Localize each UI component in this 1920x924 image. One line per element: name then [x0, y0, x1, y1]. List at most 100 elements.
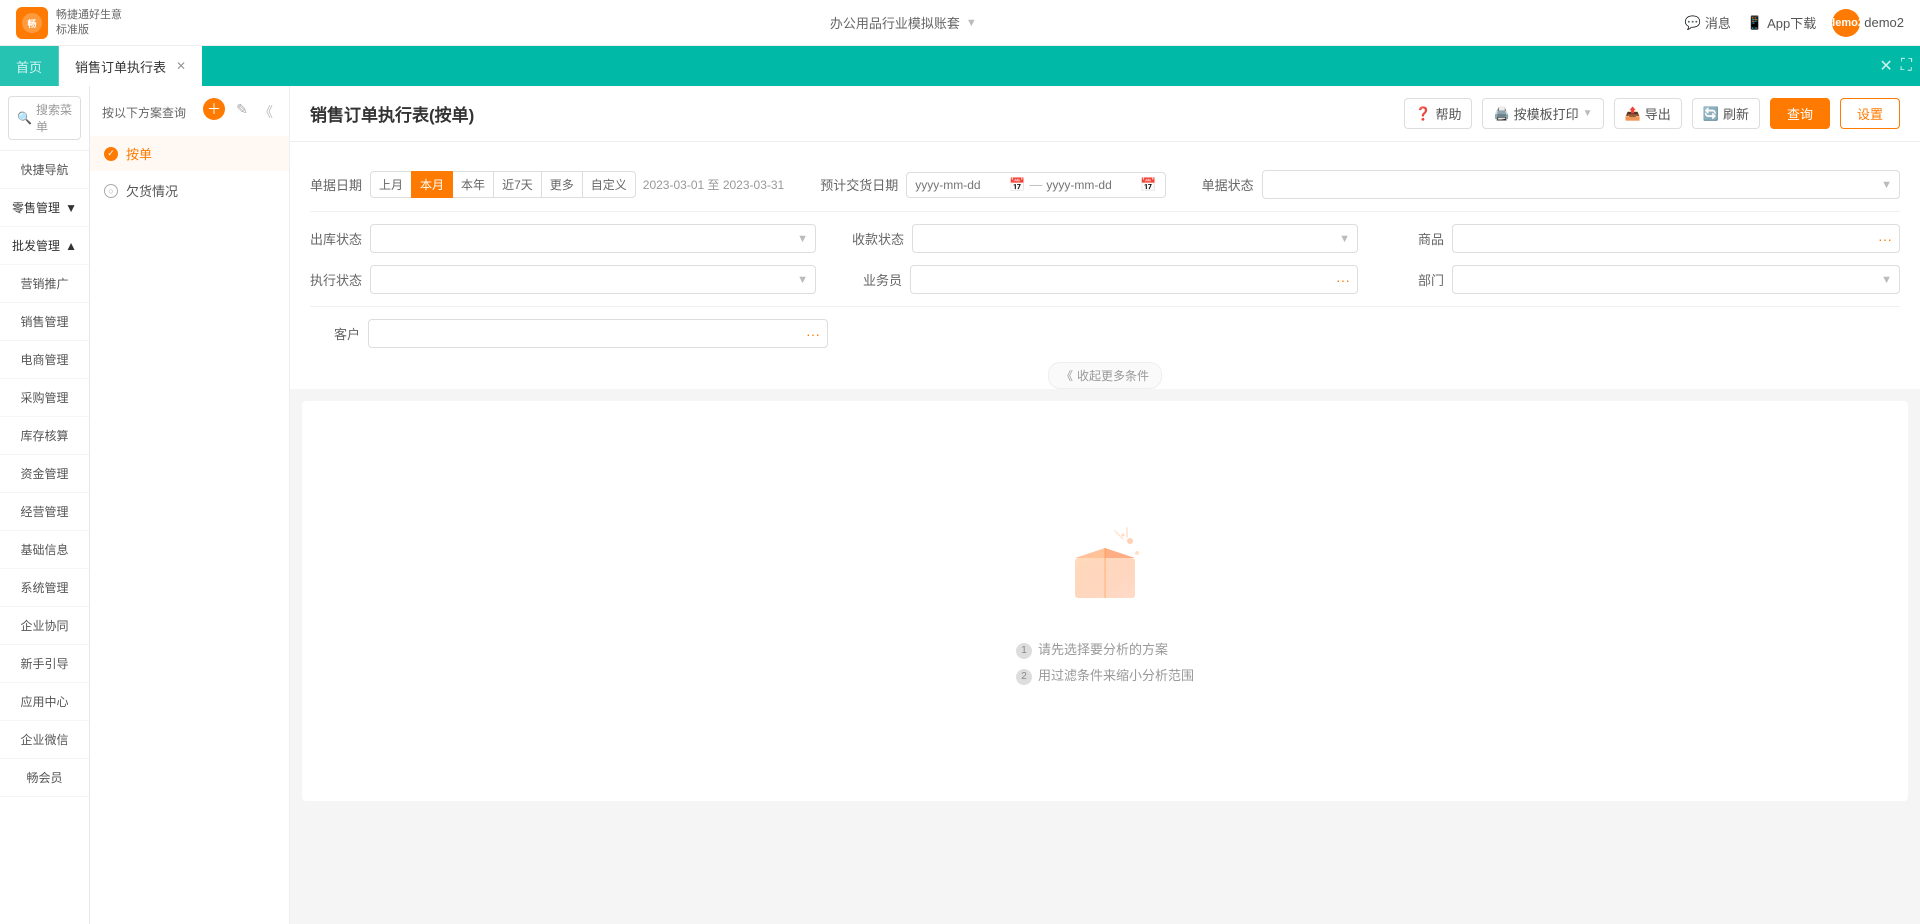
refresh-btn[interactable]: 🔄 刷新: [1692, 98, 1760, 129]
help-btn[interactable]: ❓ 帮助: [1404, 98, 1472, 129]
expand-icon: ▲: [65, 239, 77, 253]
filter-row-2: 出库状态 ▼ 收款状态: [310, 212, 1900, 265]
sidebar-item-marketing[interactable]: 营销推广: [0, 265, 89, 303]
date-tab-last7[interactable]: 近7天: [493, 171, 542, 198]
doc-status-group: 单据状态 ▼: [1202, 170, 1900, 199]
print-icon: 🖨️: [1493, 106, 1509, 122]
doc-status-label: 单据状态: [1202, 175, 1254, 194]
sub-sidebar-actions: ＋ ✎ 《: [203, 98, 277, 126]
tab-close-icon[interactable]: ✕: [176, 59, 186, 73]
payment-status-filter: 收款状态 ▼: [852, 224, 1358, 253]
collapse-sidebar-btn[interactable]: 《: [255, 98, 277, 126]
tab-expand-btn[interactable]: ⛶: [1901, 57, 1912, 75]
customer-filter: 客户 ···: [310, 319, 828, 348]
doc-status-select[interactable]: [1262, 170, 1900, 199]
sidebar-item-sales[interactable]: 销售管理: [0, 303, 89, 341]
nav-center-label: 办公用品行业模拟账套: [830, 13, 960, 32]
top-header: 畅 畅捷通好生意 标准版 办公用品行业模拟账套 ▼ 💬 消息 📱 App下载 d…: [0, 0, 1920, 46]
tab-home-label: 首页: [16, 57, 42, 76]
goods-more-icon[interactable]: ···: [1878, 231, 1892, 247]
payment-status-label: 收款状态: [852, 229, 904, 248]
sidebar-item-purchase[interactable]: 采购管理: [0, 379, 89, 417]
sidebar-item-apps[interactable]: 应用中心: [0, 683, 89, 721]
sidebar-item-member[interactable]: 畅会员: [0, 759, 89, 797]
sidebar-item-wholesale[interactable]: 批发管理 ▲: [0, 227, 89, 265]
salesperson-filter: 业务员 ···: [852, 265, 1358, 294]
sidebar-item-cooperation[interactable]: 企业协同: [0, 607, 89, 645]
sidebar-item-shortcut[interactable]: 快捷导航: [0, 151, 89, 189]
sidebar-item-wechat[interactable]: 企业微信: [0, 721, 89, 759]
expected-date-start[interactable]: [915, 178, 1005, 192]
tab-bar-right: ✕ ⛶: [1879, 46, 1920, 86]
main-layout: 🔍 搜索菜单 快捷导航 零售管理 ▼ 批发管理 ▲ 营销推广 销售管理 电商管理…: [0, 86, 1920, 924]
empty-tip-1: 请先选择要分析的方案: [1016, 637, 1194, 663]
dept-select[interactable]: [1452, 265, 1900, 294]
date-tab-thisyear[interactable]: 本年: [452, 171, 494, 198]
export-btn[interactable]: 📤 导出: [1614, 98, 1682, 129]
message-btn[interactable]: 💬 消息: [1685, 13, 1731, 32]
print-btn[interactable]: 🖨️ 按模板打印 ▼: [1482, 98, 1603, 129]
date-range-hint: 2023-03-01 至 2023-03-31: [643, 176, 784, 193]
sidebar-item-business[interactable]: 经营管理: [0, 493, 89, 531]
edit-scheme-btn[interactable]: ✎: [231, 98, 253, 120]
tab-close-window-btn[interactable]: ✕: [1879, 56, 1892, 76]
sidebar-item-retail[interactable]: 零售管理 ▼: [0, 189, 89, 227]
sidebar-item-system[interactable]: 系统管理: [0, 569, 89, 607]
salesperson-input[interactable]: [910, 265, 1358, 294]
search-icon: 🔍: [17, 111, 32, 125]
collapse-icon: 《: [1061, 367, 1073, 384]
user-profile-btn[interactable]: demo2 demo2: [1832, 9, 1904, 37]
tab-sales-order-label: 销售订单执行表: [75, 57, 166, 76]
exec-status-select[interactable]: [370, 265, 816, 294]
tab-bar: 首页 销售订单执行表 ✕ ✕ ⛶: [0, 46, 1920, 86]
query-btn[interactable]: 查询: [1770, 98, 1830, 129]
out-status-select[interactable]: [370, 224, 816, 253]
refresh-icon: 🔄: [1703, 106, 1719, 122]
date-tab-thismonth[interactable]: 本月: [411, 171, 453, 198]
filter-row-4: 客户 ···: [310, 307, 1900, 356]
sidebar-item-finance[interactable]: 资金管理: [0, 455, 89, 493]
download-icon: 📱: [1747, 15, 1763, 31]
customer-label: 客户: [310, 324, 360, 343]
app-logo-icon: 畅: [16, 7, 48, 39]
exec-status-filter: 执行状态 ▼: [310, 265, 816, 294]
payment-status-select[interactable]: [912, 224, 1358, 253]
collapse-row: 《 收起更多条件: [310, 356, 1900, 389]
sub-nav-press-order[interactable]: ✓ 按单: [90, 136, 289, 171]
date-label: 单据日期: [310, 175, 362, 194]
search-menu-btn[interactable]: 🔍 搜索菜单: [8, 96, 81, 140]
sidebar: 🔍 搜索菜单 快捷导航 零售管理 ▼ 批发管理 ▲ 营销推广 销售管理 电商管理…: [0, 86, 90, 924]
settings-btn[interactable]: 设置: [1840, 98, 1900, 129]
page-actions: ❓ 帮助 🖨️ 按模板打印 ▼ 📤 导出 🔄 刷新: [1404, 98, 1900, 129]
top-right-actions: 💬 消息 📱 App下载 demo2 demo2: [1685, 9, 1904, 37]
sidebar-item-inventory[interactable]: 库存核算: [0, 417, 89, 455]
empty-state: 请先选择要分析的方案 用过滤条件来缩小分析范围: [302, 401, 1908, 801]
tab-home[interactable]: 首页: [0, 46, 59, 86]
page-title: 销售订单执行表(按单): [310, 101, 474, 126]
expected-date-end[interactable]: [1046, 178, 1136, 192]
date-tab-more[interactable]: 更多: [541, 171, 583, 198]
app-logo-text: 畅捷通好生意 标准版: [56, 8, 122, 37]
svg-text:畅: 畅: [27, 18, 36, 29]
out-status-filter: 出库状态 ▼: [310, 224, 816, 253]
tab-sales-order[interactable]: 销售订单执行表 ✕: [59, 46, 202, 86]
sidebar-item-ecommerce[interactable]: 电商管理: [0, 341, 89, 379]
exec-status-label: 执行状态: [310, 270, 362, 289]
date-tab-lastmonth[interactable]: 上月: [370, 171, 412, 198]
app-download-btn[interactable]: 📱 App下载: [1747, 13, 1816, 32]
help-icon: ❓: [1415, 106, 1431, 122]
sub-nav-owe-goods[interactable]: ○ 欠货情况: [90, 173, 289, 208]
sidebar-item-newguide[interactable]: 新手引导: [0, 645, 89, 683]
date-tab-custom[interactable]: 自定义: [582, 171, 636, 198]
add-scheme-btn[interactable]: ＋: [203, 98, 225, 120]
nav-center[interactable]: 办公用品行业模拟账套 ▼: [830, 13, 977, 32]
customer-more-icon[interactable]: ···: [806, 326, 820, 342]
collapse-btn[interactable]: 《 收起更多条件: [1048, 362, 1162, 389]
customer-input[interactable]: [368, 319, 828, 348]
sidebar-search-area: 🔍 搜索菜单: [0, 86, 89, 151]
sidebar-item-basic[interactable]: 基础信息: [0, 531, 89, 569]
dropdown-icon[interactable]: ▼: [966, 17, 977, 29]
calendar-end-icon: 📅: [1140, 177, 1156, 193]
salesperson-more-icon[interactable]: ···: [1336, 272, 1350, 288]
goods-input[interactable]: [1452, 224, 1900, 253]
